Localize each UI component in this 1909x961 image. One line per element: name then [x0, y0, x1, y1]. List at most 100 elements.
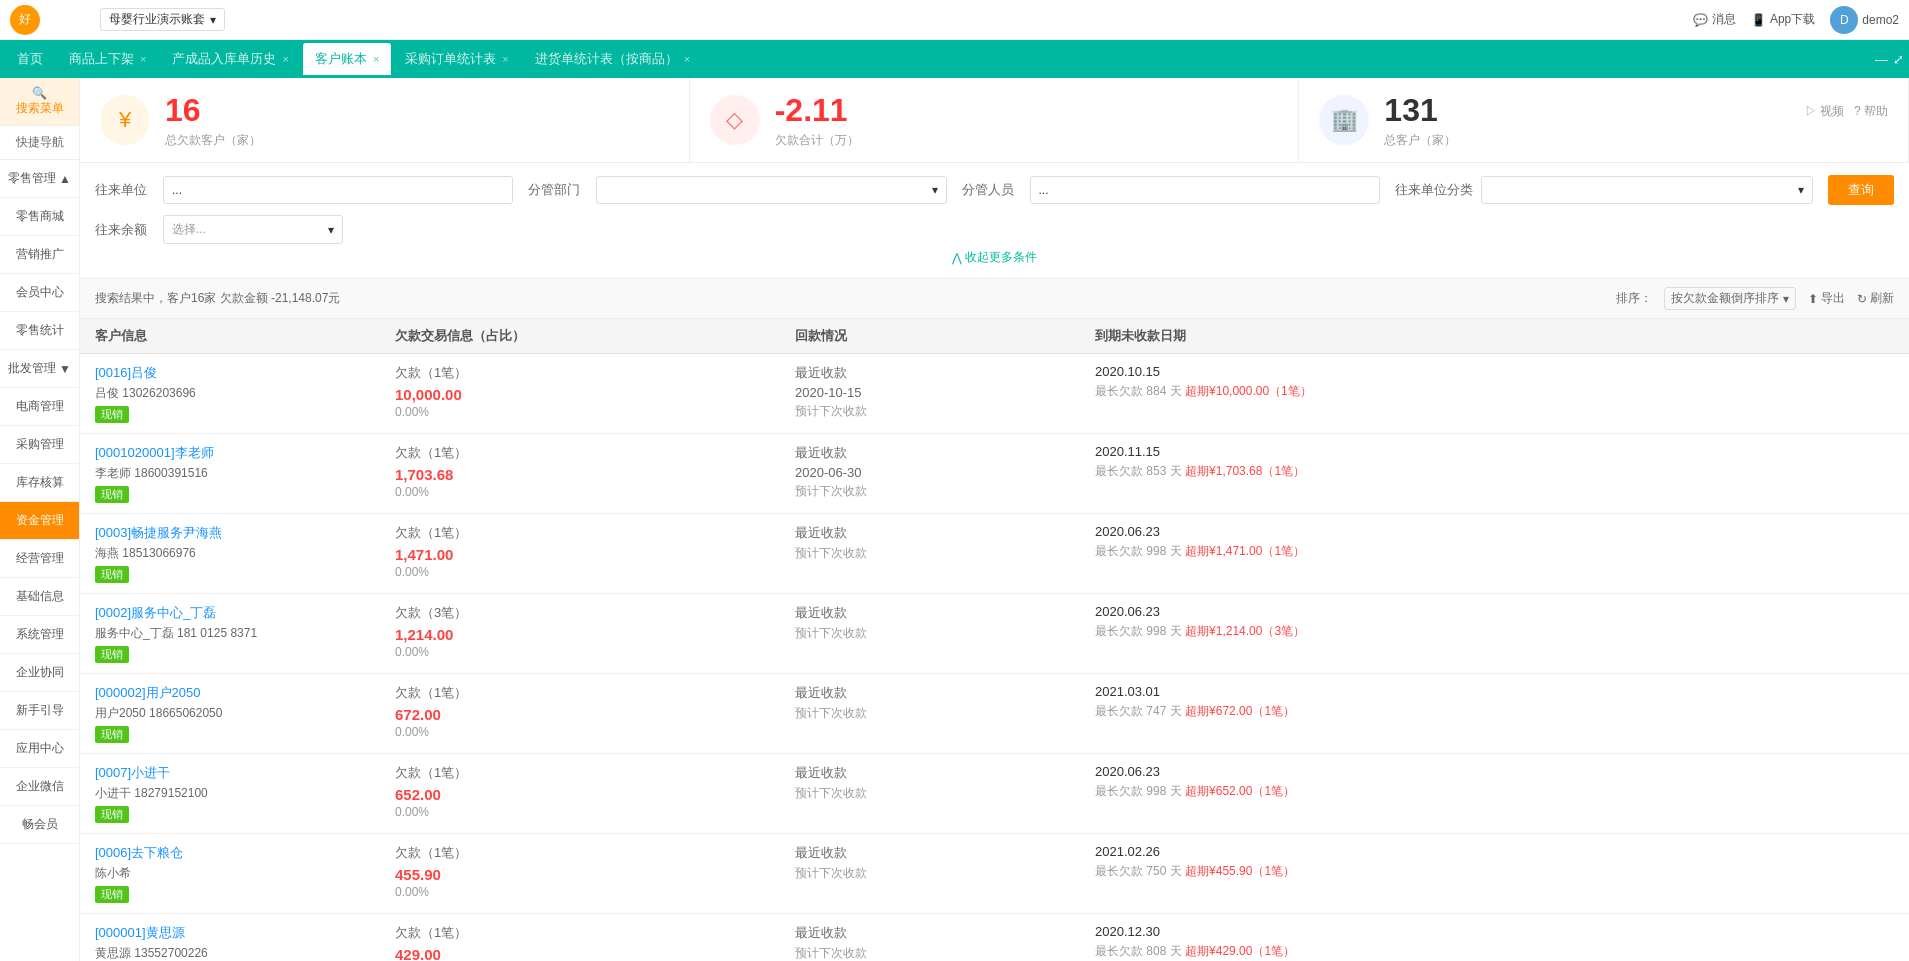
dept-select[interactable]: ▾	[596, 176, 946, 204]
debt-amount-8[interactable]: 429.00	[395, 946, 795, 961]
help-btn[interactable]: ? 帮助	[1854, 103, 1888, 120]
maximize-icon[interactable]: ⤢	[1893, 52, 1904, 67]
customer-name-3[interactable]: [0003]畅捷服务尹海燕	[95, 524, 395, 542]
table-row: [0006]去下粮仓 陈小希 现销 欠款（1笔） 455.90 0.00% 最近…	[80, 834, 1909, 914]
debt-percent-6: 0.00%	[395, 805, 795, 819]
sidebar-item-system[interactable]: 系统管理	[0, 616, 79, 654]
balance-select[interactable]: 选择... ▾	[163, 215, 343, 244]
collapse-filter-btn[interactable]: ⋀ 收起更多条件	[95, 249, 1894, 266]
debt-amount-icon: ◇	[710, 95, 760, 145]
recovery-label-8: 最近收款	[795, 924, 1095, 942]
col-customer-info: 客户信息	[95, 327, 395, 345]
minimize-icon[interactable]: —	[1875, 52, 1888, 67]
filter-balance: 往来余额 选择... ▾	[95, 215, 1894, 244]
customer-info-5: [000002]用户2050 用户2050 18665062050 现销	[95, 684, 395, 743]
app-logo: 好	[10, 5, 40, 35]
overdue-link-7[interactable]: 超期¥455.90（1笔）	[1185, 864, 1295, 878]
chevron-down-icon: ▾	[1783, 292, 1789, 306]
debt-count-4: 欠款（3笔）	[395, 604, 795, 622]
overdue-link-5[interactable]: 超期¥672.00（1笔）	[1185, 704, 1295, 718]
tab-inbound-stats[interactable]: 进货单统计表（按商品） ×	[523, 43, 702, 75]
due-overdue-5: 最长欠款 747 天 超期¥672.00（1笔）	[1095, 703, 1894, 720]
tab-product-listing-close[interactable]: ×	[140, 53, 146, 65]
tab-customer-ledger-close[interactable]: ×	[373, 53, 379, 65]
sort-select[interactable]: 按欠款金额倒序排序 ▾	[1664, 287, 1796, 310]
sidebar-item-app-center[interactable]: 应用中心	[0, 730, 79, 768]
customer-name-2[interactable]: [0001020001]李老师	[95, 444, 395, 462]
due-overdue-1: 最长欠款 884 天 超期¥10,000.00（1笔）	[1095, 383, 1894, 400]
overdue-link-6[interactable]: 超期¥652.00（1笔）	[1185, 784, 1295, 798]
filter-from-unit: 往来单位 ...	[95, 176, 513, 204]
industry-selector[interactable]: 母婴行业演示账套 ▾	[100, 8, 225, 31]
sidebar-item-operations[interactable]: 经营管理	[0, 540, 79, 578]
result-actions: 排序： 按欠款金额倒序排序 ▾ ⬆ 导出 ↻ 刷新	[1616, 287, 1894, 310]
debt-amount-1[interactable]: 10,000.00	[395, 386, 795, 403]
video-btn[interactable]: ▷ 视频	[1805, 103, 1844, 120]
debt-amount-3[interactable]: 1,471.00	[395, 546, 795, 563]
balance-placeholder: 选择...	[172, 221, 206, 238]
customer-name-4[interactable]: [0002]服务中心_丁磊	[95, 604, 395, 622]
tab-purchase-stats[interactable]: 采购订单统计表 ×	[393, 43, 520, 75]
refresh-btn[interactable]: ↻ 刷新	[1857, 290, 1894, 307]
tab-product-listing[interactable]: 商品上下架 ×	[57, 43, 158, 75]
tab-customer-ledger-label: 客户账本	[315, 50, 367, 68]
app-download-btn[interactable]: 📱 App下载	[1751, 11, 1815, 28]
unit-class-select[interactable]: ▾	[1481, 176, 1813, 204]
debt-percent-3: 0.00%	[395, 565, 795, 579]
customer-phone-3: 海燕 18513066976	[95, 545, 395, 562]
overdue-link-1[interactable]: 超期¥10,000.00（1笔）	[1185, 384, 1312, 398]
sidebar-item-retail-mall[interactable]: 零售商城	[0, 198, 79, 236]
person-input[interactable]: ...	[1030, 176, 1380, 204]
debt-amount-6[interactable]: 652.00	[395, 786, 795, 803]
sidebar-item-guide[interactable]: 新手引导	[0, 692, 79, 730]
customer-info-4: [0002]服务中心_丁磊 服务中心_丁磊 181 0125 8371 现销	[95, 604, 395, 663]
sidebar-quick-nav[interactable]: 快捷导航	[0, 126, 79, 160]
sidebar-item-marketing[interactable]: 营销推广	[0, 236, 79, 274]
export-btn[interactable]: ⬆ 导出	[1808, 290, 1845, 307]
overdue-link-4[interactable]: 超期¥1,214.00（3笔）	[1185, 624, 1305, 638]
overdue-link-3[interactable]: 超期¥1,471.00（1笔）	[1185, 544, 1305, 558]
customer-name-5[interactable]: [000002]用户2050	[95, 684, 395, 702]
debt-count-7: 欠款（1笔）	[395, 844, 795, 862]
sidebar-item-retail-stats[interactable]: 零售统计	[0, 312, 79, 350]
message-btn[interactable]: 💬 消息	[1693, 11, 1736, 28]
sidebar-item-purchase-mgmt[interactable]: 采购管理	[0, 426, 79, 464]
recovery-next-2: 预计下次收款	[795, 483, 1095, 500]
sidebar-item-basic-info[interactable]: 基础信息	[0, 578, 79, 616]
stat-debt-amount: ◇ -2.11 欠款合计（万）	[690, 78, 1300, 162]
user-menu-btn[interactable]: D demo2	[1830, 6, 1899, 34]
chevron-down-icon: ▼	[59, 362, 71, 376]
search-button[interactable]: 查询	[1828, 175, 1894, 205]
customer-name-6[interactable]: [0007]小进干	[95, 764, 395, 782]
debt-amount-5[interactable]: 672.00	[395, 706, 795, 723]
tab-inbound-stats-close[interactable]: ×	[684, 53, 690, 65]
user-avatar: D	[1830, 6, 1858, 34]
debt-amount-4[interactable]: 1,214.00	[395, 626, 795, 643]
customer-name-1[interactable]: [0016]吕俊	[95, 364, 395, 382]
sidebar-item-retail-mgmt[interactable]: 零售管理 ▲	[0, 160, 79, 198]
customer-phone-5: 用户2050 18665062050	[95, 705, 395, 722]
tab-home[interactable]: 首页	[5, 43, 55, 75]
customer-name-7[interactable]: [0006]去下粮仓	[95, 844, 395, 862]
sidebar-item-wholesale-mgmt[interactable]: 批发管理 ▼	[0, 350, 79, 388]
debt-info-3: 欠款（1笔） 1,471.00 0.00%	[395, 524, 795, 579]
sidebar-item-members[interactable]: 会员中心	[0, 274, 79, 312]
sidebar-item-vip[interactable]: 畅会员	[0, 806, 79, 844]
sidebar-search-menu[interactable]: 🔍 搜索菜单	[0, 78, 79, 126]
debt-percent-2: 0.00%	[395, 485, 795, 499]
tab-customer-ledger[interactable]: 客户账本 ×	[303, 43, 391, 75]
sidebar-item-enterprise-collab[interactable]: 企业协同	[0, 654, 79, 692]
sidebar-item-ecommerce[interactable]: 电商管理	[0, 388, 79, 426]
tab-purchase-stats-close[interactable]: ×	[502, 53, 508, 65]
tab-production-history-close[interactable]: ×	[282, 53, 288, 65]
sidebar-item-finance[interactable]: 资金管理	[0, 502, 79, 540]
debt-amount-7[interactable]: 455.90	[395, 866, 795, 883]
overdue-link-2[interactable]: 超期¥1,703.68（1笔）	[1185, 464, 1305, 478]
customer-name-8[interactable]: [000001]黄思源	[95, 924, 395, 942]
tab-production-history[interactable]: 产成品入库单历史 ×	[160, 43, 300, 75]
debt-amount-2[interactable]: 1,703.68	[395, 466, 795, 483]
from-unit-input[interactable]: ...	[163, 176, 513, 204]
sidebar-item-inventory[interactable]: 库存核算	[0, 464, 79, 502]
sidebar-item-enterprise-wechat[interactable]: 企业微信	[0, 768, 79, 806]
overdue-link-8[interactable]: 超期¥429.00（1笔）	[1185, 944, 1295, 958]
